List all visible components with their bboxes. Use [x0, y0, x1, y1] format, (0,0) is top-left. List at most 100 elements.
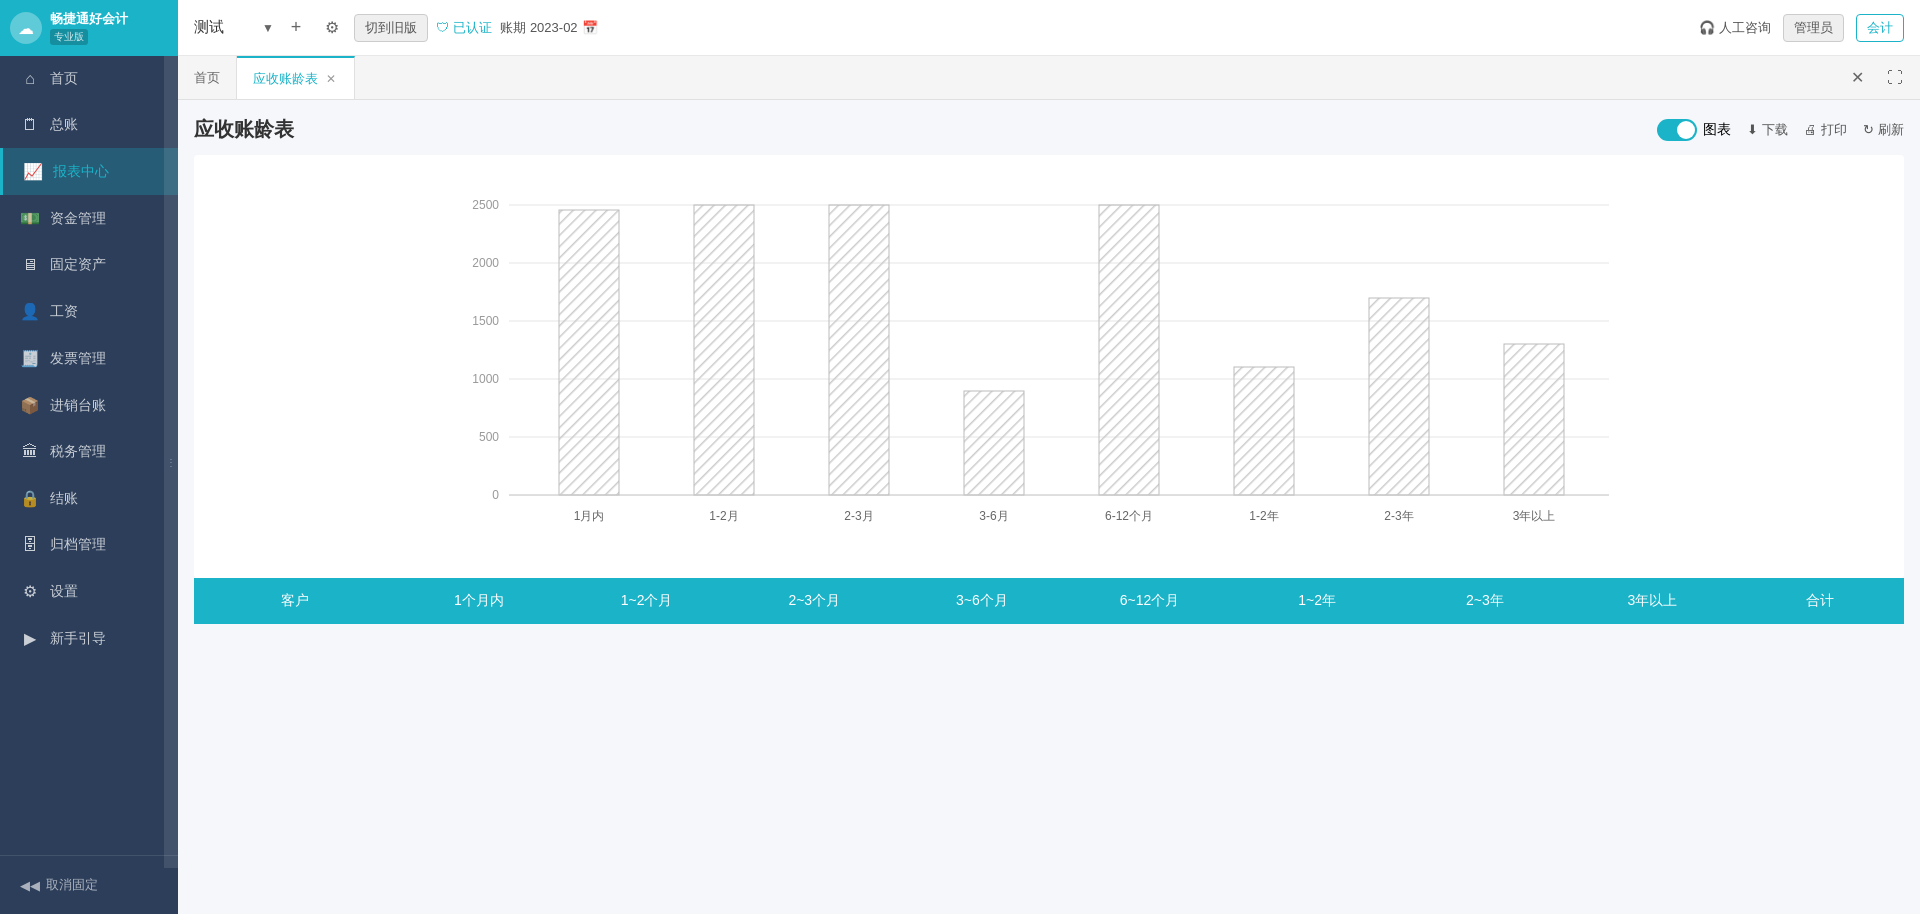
reports-icon: 📈	[23, 162, 43, 181]
sidebar-item-label: 税务管理	[50, 443, 106, 461]
headset-icon: 🎧	[1699, 20, 1715, 35]
sidebar-item-home[interactable]: ⌂ 首页	[0, 56, 178, 102]
closing-icon: 🔒	[20, 489, 40, 508]
report-actions: 图表 ⬇ 下载 🖨 打印 ↻ 刷新	[1657, 119, 1904, 141]
sidebar-item-ledger[interactable]: 🗒 总账	[0, 102, 178, 148]
svg-text:1-2年: 1-2年	[1249, 509, 1278, 523]
sidebar: ☁ 畅捷通好会计 专业版 ⋮ ⌂ 首页 🗒 总账 📈 报表中心 💵 资金管理 🖥…	[0, 0, 178, 914]
invoices-icon: 🧾	[20, 349, 40, 368]
sidebar-item-inventory[interactable]: 📦 进销台账	[0, 382, 178, 429]
topbar-dropdown-icon[interactable]: ▼	[262, 21, 274, 35]
table-col-total: 合计	[1736, 592, 1904, 610]
print-label: 打印	[1821, 121, 1847, 139]
inventory-icon: 📦	[20, 396, 40, 415]
sidebar-item-invoices[interactable]: 🧾 发票管理	[0, 335, 178, 382]
sidebar-item-reports[interactable]: 📈 报表中心	[0, 148, 178, 195]
print-button[interactable]: 🖨 打印	[1804, 121, 1847, 139]
sidebar-item-assets[interactable]: 🖥 固定资产	[0, 242, 178, 288]
svg-text:2-3月: 2-3月	[844, 509, 873, 523]
table-col-3year-plus: 3年以上	[1569, 592, 1737, 610]
bar-chart: 0 500 1000 1500 2000 2500 1月内	[214, 175, 1884, 555]
svg-text:2000: 2000	[472, 256, 499, 270]
cancel-fixed-button[interactable]: ◀◀ 取消固定	[0, 866, 178, 904]
funds-icon: 💵	[20, 209, 40, 228]
bar-1月内	[559, 210, 619, 495]
sidebar-item-label: 进销台账	[50, 397, 106, 415]
sidebar-item-label: 结账	[50, 490, 78, 508]
consult-label: 人工咨询	[1719, 19, 1771, 37]
tabbar: 首页 应收账龄表 ✕ ✕ ⛶	[178, 56, 1920, 100]
period-label: 账期	[500, 19, 526, 37]
switch-old-version-button[interactable]: 切到旧版	[354, 14, 428, 42]
period-display: 账期 2023-02 📅	[500, 19, 598, 37]
bar-3年以上	[1504, 344, 1564, 495]
sidebar-item-archive[interactable]: 🗄 归档管理	[0, 522, 178, 568]
report-title: 应收账龄表	[194, 116, 294, 143]
svg-text:3-6月: 3-6月	[979, 509, 1008, 523]
logo-edition: 专业版	[50, 29, 88, 45]
refresh-button[interactable]: ↻ 刷新	[1863, 121, 1904, 139]
sidebar-item-settings[interactable]: ⚙ 设置	[0, 568, 178, 615]
sidebar-item-payroll[interactable]: 👤 工资	[0, 288, 178, 335]
sidebar-nav: ⌂ 首页 🗒 总账 📈 报表中心 💵 资金管理 🖥 固定资产 👤 工资 🧾 发票…	[0, 56, 178, 855]
svg-text:1月内: 1月内	[574, 509, 605, 523]
close-window-button[interactable]: ✕	[1842, 63, 1872, 93]
bar-2-3月	[829, 205, 889, 495]
topbar-title: 测试	[194, 18, 254, 37]
pin-icon: ◀◀	[20, 878, 40, 893]
sidebar-item-label: 总账	[50, 116, 78, 134]
chart-container: 0 500 1000 1500 2000 2500 1月内	[194, 155, 1904, 578]
chart-toggle[interactable]	[1657, 119, 1697, 141]
table-col-1-2month: 1~2个月	[563, 592, 731, 610]
topbar-add-button[interactable]: +	[282, 14, 310, 42]
bar-6-12月	[1099, 205, 1159, 495]
sidebar-item-label: 工资	[50, 303, 78, 321]
chart-toggle-wrapper: 图表	[1657, 119, 1731, 141]
refresh-label: 刷新	[1878, 121, 1904, 139]
tab-aging-label: 应收账龄表	[253, 70, 318, 88]
sidebar-scroll-handle[interactable]: ⋮	[164, 56, 178, 868]
topbar-settings-button[interactable]: ⚙	[318, 14, 346, 42]
svg-text:1000: 1000	[472, 372, 499, 386]
table-col-2-3month: 2~3个月	[730, 592, 898, 610]
certified-badge: 🛡 已认证	[436, 19, 492, 37]
expand-window-button[interactable]: ⛶	[1880, 63, 1910, 93]
svg-text:6-12个月: 6-12个月	[1105, 509, 1153, 523]
calendar-icon[interactable]: 📅	[582, 20, 598, 35]
assets-icon: 🖥	[20, 256, 40, 274]
sidebar-item-funds[interactable]: 💵 资金管理	[0, 195, 178, 242]
tab-home[interactable]: 首页	[178, 56, 237, 99]
tab-aging[interactable]: 应收账龄表 ✕	[237, 56, 355, 99]
report-header: 应收账龄表 图表 ⬇ 下载 🖨 打印 ↻ 刷新	[194, 116, 1904, 143]
sidebar-bottom: ◀◀ 取消固定	[0, 855, 178, 914]
table-col-6-12month: 6~12个月	[1066, 592, 1234, 610]
table-col-customer: 客户	[194, 592, 395, 610]
logo-icon: ☁	[10, 12, 42, 44]
tab-close-icon[interactable]: ✕	[324, 71, 338, 87]
table-container: 客户 1个月内 1~2个月 2~3个月 3~6个月 6~12个月 1~2年 2~…	[194, 578, 1904, 624]
sidebar-item-tax[interactable]: 🏛 税务管理	[0, 429, 178, 475]
sidebar-item-label: 新手引导	[50, 630, 106, 648]
archive-icon: 🗄	[20, 536, 40, 554]
bar-1-2月	[694, 205, 754, 495]
sidebar-item-label: 设置	[50, 583, 78, 601]
sidebar-item-label: 固定资产	[50, 256, 106, 274]
sidebar-item-closing[interactable]: 🔒 结账	[0, 475, 178, 522]
page-content: 应收账龄表 图表 ⬇ 下载 🖨 打印 ↻ 刷新	[178, 100, 1920, 914]
tab-home-label: 首页	[194, 69, 220, 87]
payroll-icon: 👤	[20, 302, 40, 321]
accountant-button[interactable]: 会计	[1856, 14, 1904, 42]
guide-icon: ▶	[20, 629, 40, 648]
home-icon: ⌂	[20, 70, 40, 88]
cancel-fixed-label: 取消固定	[46, 876, 98, 894]
svg-text:0: 0	[492, 488, 499, 502]
sidebar-item-label: 报表中心	[53, 163, 109, 181]
consult-button[interactable]: 🎧 人工咨询	[1699, 19, 1771, 37]
topbar-right: 🎧 人工咨询 管理员 会计	[1699, 14, 1904, 42]
manager-button[interactable]: 管理员	[1783, 14, 1844, 42]
chart-svg-wrapper: 0 500 1000 1500 2000 2500 1月内	[214, 175, 1884, 558]
sidebar-item-label: 归档管理	[50, 536, 106, 554]
refresh-icon: ↻	[1863, 122, 1874, 137]
sidebar-item-guide[interactable]: ▶ 新手引导	[0, 615, 178, 662]
download-button[interactable]: ⬇ 下载	[1747, 121, 1788, 139]
